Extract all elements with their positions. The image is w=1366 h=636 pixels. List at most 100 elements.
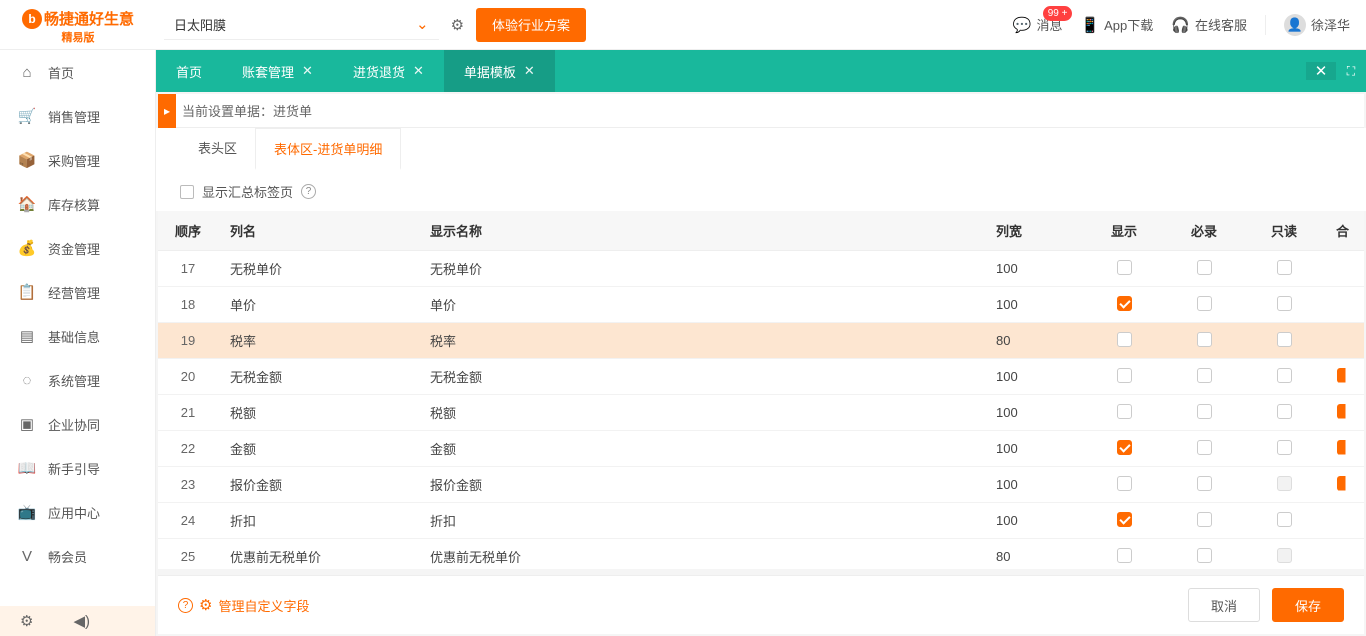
- tab-close-icon[interactable]: ✕: [524, 63, 535, 79]
- account-selector[interactable]: 日太阳膜 ⌄: [164, 10, 439, 40]
- cell-width[interactable]: 100: [984, 251, 1084, 287]
- cell-ro: [1244, 467, 1324, 503]
- sidebar-item-label: 畅会员: [48, 547, 87, 566]
- cell-disp[interactable]: 金额: [418, 431, 984, 467]
- checkbox[interactable]: [1277, 260, 1292, 275]
- checkbox[interactable]: [1117, 548, 1132, 563]
- cell-disp[interactable]: 优惠前无税单价: [418, 539, 984, 570]
- table-row: 24折扣折扣100: [158, 503, 1364, 539]
- tab[interactable]: 首页: [156, 50, 222, 92]
- tab-close-icon[interactable]: ✕: [413, 63, 424, 79]
- sidebar-item[interactable]: 📋经营管理: [0, 270, 155, 314]
- tab-label: 进货退货: [353, 62, 405, 81]
- checkbox[interactable]: [1197, 440, 1212, 455]
- cell-disp[interactable]: 折扣: [418, 503, 984, 539]
- checkbox[interactable]: [1117, 368, 1132, 383]
- cell-width[interactable]: 100: [984, 359, 1084, 395]
- cell-disp[interactable]: 无税金额: [418, 359, 984, 395]
- cell-width[interactable]: 100: [984, 467, 1084, 503]
- cell-width[interactable]: 100: [984, 395, 1084, 431]
- sidebar-item[interactable]: 🛒销售管理: [0, 94, 155, 138]
- customer-service-link[interactable]: 🎧 在线客服: [1171, 15, 1247, 34]
- sidebar-item[interactable]: ◌系统管理: [0, 358, 155, 402]
- app-download-link[interactable]: 📱 App下载: [1080, 15, 1153, 34]
- gear-icon[interactable]: ⚙: [451, 16, 464, 34]
- cell-width[interactable]: 100: [984, 287, 1084, 323]
- user-menu[interactable]: 👤 徐泽华: [1284, 14, 1350, 36]
- checkbox[interactable]: [1197, 332, 1212, 347]
- checkbox[interactable]: [1197, 296, 1212, 311]
- cell-name: 优惠前无税单价: [218, 539, 418, 570]
- sidebar-item[interactable]: ⌂首页: [0, 50, 155, 94]
- checkbox[interactable]: [1277, 512, 1292, 527]
- save-button[interactable]: 保存: [1272, 588, 1344, 622]
- checkbox[interactable]: [1277, 440, 1292, 455]
- table-row: 22金额金额100: [158, 431, 1364, 467]
- cell-show: [1084, 359, 1164, 395]
- checkbox[interactable]: [1277, 332, 1292, 347]
- cell-disp[interactable]: 税额: [418, 395, 984, 431]
- checkbox[interactable]: [1277, 296, 1292, 311]
- checkbox[interactable]: [1197, 476, 1212, 491]
- checkbox[interactable]: [1197, 260, 1212, 275]
- cell-name: 折扣: [218, 503, 418, 539]
- fullscreen-button[interactable]: ⛶: [1336, 64, 1366, 79]
- cell-sum: [1324, 359, 1364, 395]
- close-tab-button[interactable]: ✕: [1306, 62, 1336, 80]
- checkbox-partial[interactable]: [1337, 404, 1352, 419]
- checkbox[interactable]: [1117, 476, 1132, 491]
- sidebar-item[interactable]: ▤基础信息: [0, 314, 155, 358]
- sidebar-item[interactable]: 📺应用中心: [0, 490, 155, 534]
- tab-header-area[interactable]: 表头区: [180, 128, 255, 170]
- sidebar-item[interactable]: 🏠库存核算: [0, 182, 155, 226]
- checkbox[interactable]: [1117, 260, 1132, 275]
- help-icon[interactable]: ?: [301, 184, 316, 199]
- cell-req: [1164, 287, 1244, 323]
- tab-close-icon[interactable]: ✕: [302, 63, 313, 79]
- cell-width[interactable]: 80: [984, 323, 1084, 359]
- checkbox-partial[interactable]: [1337, 368, 1352, 383]
- cell-width[interactable]: 80: [984, 539, 1084, 570]
- sidebar-item[interactable]: 💰资金管理: [0, 226, 155, 270]
- tab[interactable]: 进货退货 ✕: [333, 50, 444, 92]
- checkbox[interactable]: [1117, 332, 1132, 347]
- settings-icon[interactable]: ⚙: [20, 612, 33, 630]
- sidebar-item[interactable]: 📖新手引导: [0, 446, 155, 490]
- checkbox[interactable]: [1197, 404, 1212, 419]
- table-row: 21税额税额100: [158, 395, 1364, 431]
- show-summary-checkbox[interactable]: [180, 185, 194, 199]
- cancel-button[interactable]: 取消: [1188, 588, 1260, 622]
- sidebar-icon: 🛒: [18, 107, 36, 125]
- checkbox[interactable]: [1197, 368, 1212, 383]
- tab[interactable]: 单据模板✕: [444, 50, 555, 92]
- checkbox[interactable]: [1197, 512, 1212, 527]
- cell-ro: [1244, 395, 1324, 431]
- checkbox-partial[interactable]: [1337, 440, 1352, 455]
- cell-disp[interactable]: 税率: [418, 323, 984, 359]
- checkbox[interactable]: [1197, 548, 1212, 563]
- cell-width[interactable]: 100: [984, 503, 1084, 539]
- sidebar-icon: V: [18, 548, 36, 565]
- tab[interactable]: 账套管理✕: [222, 50, 333, 92]
- sidebar-item[interactable]: V 畅会员: [0, 534, 155, 578]
- checkbox[interactable]: [1117, 512, 1132, 527]
- checkbox[interactable]: [1117, 296, 1132, 311]
- messages-link[interactable]: 💬 消息 99 +: [1013, 15, 1063, 34]
- cell-disp[interactable]: 报价金额: [418, 467, 984, 503]
- sidebar-item[interactable]: 📦采购管理: [0, 138, 155, 182]
- checkbox[interactable]: [1277, 404, 1292, 419]
- cell-req: [1164, 359, 1244, 395]
- cell-disp[interactable]: 单价: [418, 287, 984, 323]
- cell-width[interactable]: 100: [984, 431, 1084, 467]
- checkbox[interactable]: [1117, 404, 1132, 419]
- checkbox-partial[interactable]: [1337, 476, 1352, 491]
- cell-show: [1084, 287, 1164, 323]
- sidebar-item[interactable]: ▣企业协同: [0, 402, 155, 446]
- manage-custom-fields-link[interactable]: 管理自定义字段: [218, 596, 309, 615]
- tab-body-area[interactable]: 表体区-进货单明细: [255, 128, 401, 170]
- checkbox[interactable]: [1117, 440, 1132, 455]
- cell-disp[interactable]: 无税单价: [418, 251, 984, 287]
- collapse-icon[interactable]: ◀): [73, 612, 90, 630]
- experience-button[interactable]: 体验行业方案: [476, 8, 586, 42]
- checkbox[interactable]: [1277, 368, 1292, 383]
